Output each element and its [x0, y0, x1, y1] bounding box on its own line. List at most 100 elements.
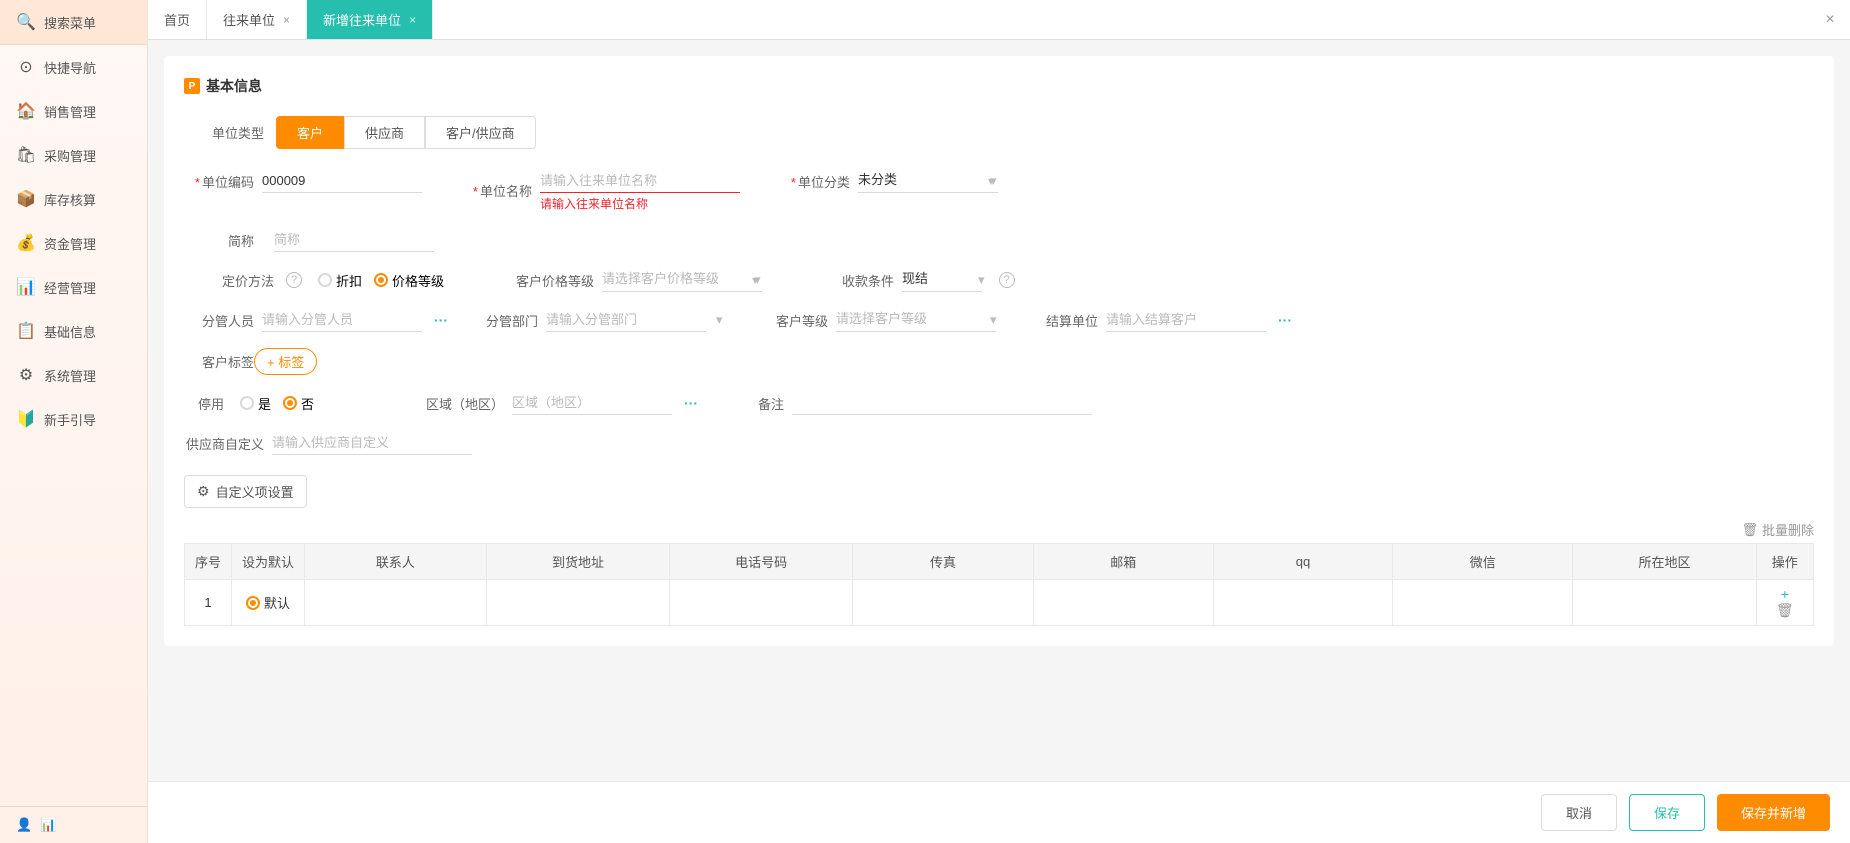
table-region-input[interactable]	[1583, 595, 1745, 610]
settlement-more-btn[interactable]: ···	[1278, 312, 1292, 328]
sidebar-item-search-label: 搜索菜单	[44, 13, 96, 32]
cell-contact[interactable]	[305, 580, 487, 626]
stats-icon: 📊	[40, 817, 56, 833]
add-tag-label: + 标签	[267, 352, 304, 371]
cell-actions: + 🗑	[1756, 580, 1813, 626]
save-button[interactable]: 保存	[1629, 794, 1705, 831]
cell-qq[interactable]	[1213, 580, 1392, 626]
sidebar-item-operations[interactable]: 📊 经营管理	[0, 265, 147, 309]
tab-partners-close[interactable]: ×	[283, 13, 290, 27]
pricing-method-field: 定价方法 ? 折扣 价格等级	[184, 271, 464, 290]
cell-region[interactable]	[1573, 580, 1756, 626]
sidebar-item-system[interactable]: ⚙ 系统管理	[0, 353, 147, 397]
sidebar-item-finance[interactable]: 💰 资金管理	[0, 221, 147, 265]
contact-input[interactable]	[315, 595, 476, 610]
sidebar-item-guide-label: 新手引导	[44, 410, 96, 429]
settlement-input[interactable]	[1106, 308, 1266, 332]
save-and-new-button[interactable]: 保存并新增	[1717, 794, 1830, 831]
sidebar-item-quick-nav[interactable]: ⊙ 快捷导航	[0, 45, 147, 89]
sidebar-item-inventory-label: 库存核算	[44, 190, 96, 209]
sidebar-item-search[interactable]: 🔍 搜索菜单	[0, 0, 147, 45]
batch-delete-button[interactable]: 🗑 批量删除	[1741, 520, 1814, 539]
add-tag-button[interactable]: + 标签	[254, 348, 317, 375]
payment-help-icon[interactable]: ?	[999, 272, 1015, 288]
tab-new-partner[interactable]: 新增往来单位 ×	[307, 0, 433, 39]
sidebar-item-guide[interactable]: 🔰 新手引导	[0, 397, 147, 441]
cancel-button[interactable]: 取消	[1541, 794, 1617, 831]
disable-label: 停用	[184, 394, 224, 413]
tab-partners[interactable]: 往来单位 ×	[207, 0, 307, 39]
pricing-discount-option[interactable]: 折扣	[318, 271, 362, 290]
tab-new-partner-close[interactable]: ×	[409, 13, 416, 27]
settlement-field: 结算单位 ···	[1038, 308, 1292, 332]
region-input[interactable]	[512, 391, 672, 415]
default-radio-option[interactable]: 默认	[246, 593, 290, 612]
cell-wechat[interactable]	[1393, 580, 1573, 626]
type-btn-customer[interactable]: 客户	[276, 116, 344, 149]
qq-input[interactable]	[1224, 595, 1382, 610]
default-radio-cell: 默认	[242, 593, 294, 612]
type-btn-both[interactable]: 客户/供应商	[425, 116, 536, 149]
disable-yes-label: 是	[258, 394, 271, 413]
tab-home-label: 首页	[164, 10, 190, 29]
sidebar-item-basic-info[interactable]: 📋 基础信息	[0, 309, 147, 353]
settings-btn-label: 自定义项设置	[216, 482, 294, 501]
unit-code-input[interactable]	[262, 169, 422, 193]
disable-no-option[interactable]: 否	[283, 394, 314, 413]
cell-phone[interactable]	[670, 580, 853, 626]
disable-yes-option[interactable]: 是	[240, 394, 271, 413]
sidebar-item-sales[interactable]: 🏠 销售管理	[0, 89, 147, 133]
remark-input[interactable]	[792, 391, 1092, 415]
cell-seq: 1	[185, 580, 232, 626]
manager-more-btn[interactable]: ···	[434, 312, 448, 328]
table-header-row: 序号 设为默认 联系人 到货地址 电话号码 传真 邮箱 qq 微信 所在地区 操…	[185, 544, 1814, 580]
disable-radio-group: 是 否	[240, 394, 314, 413]
unit-name-input[interactable]	[540, 169, 740, 193]
sidebar: 🔍 搜索菜单 ⊙ 快捷导航 🏠 销售管理 🛍 采购管理 📦 库存核算 💰 资金管…	[0, 0, 148, 843]
customer-level-placeholder[interactable]: 请选择客户等级	[836, 308, 996, 332]
customer-price-field: 客户价格等级 请选择客户价格等级 ▾	[504, 268, 784, 292]
cell-fax[interactable]	[853, 580, 1033, 626]
sidebar-item-inventory[interactable]: 📦 库存核算	[0, 177, 147, 221]
user-icon: 👤	[16, 817, 32, 833]
customer-price-placeholder[interactable]: 请选择客户价格等级	[602, 268, 762, 292]
customer-price-select-wrapper: 请选择客户价格等级	[602, 268, 762, 292]
default-label: 默认	[264, 593, 290, 612]
unit-name-field: *单位名称 请输入往来单位名称	[462, 169, 740, 212]
type-btn-supplier[interactable]: 供应商	[344, 116, 425, 149]
address-input[interactable]	[497, 595, 659, 610]
window-close-button[interactable]: ×	[1810, 0, 1850, 39]
default-radio-indicator	[246, 596, 260, 610]
manager-input[interactable]	[262, 308, 422, 332]
col-seq: 序号	[185, 544, 232, 580]
fax-input[interactable]	[863, 595, 1022, 610]
cell-email[interactable]	[1033, 580, 1213, 626]
payment-terms-value[interactable]: 现结	[902, 268, 982, 292]
unit-type-label: 单位类型	[184, 123, 264, 142]
region-more-btn[interactable]: ···	[684, 395, 698, 411]
abbr-input[interactable]	[274, 228, 434, 252]
supplier-custom-input[interactable]	[272, 431, 472, 455]
remark-label: 备注	[744, 394, 784, 413]
basic-info-icon: 📋	[16, 321, 36, 341]
sidebar-item-purchase[interactable]: 🛍 采购管理	[0, 133, 147, 177]
tab-home[interactable]: 首页	[148, 0, 207, 39]
add-row-button[interactable]: +	[1781, 586, 1789, 602]
phone-input[interactable]	[680, 595, 842, 610]
email-input[interactable]	[1044, 595, 1203, 610]
region-label: 区域（地区）	[424, 394, 504, 413]
wechat-input[interactable]	[1403, 595, 1562, 610]
sidebar-item-system-label: 系统管理	[44, 366, 96, 385]
col-fax: 传真	[853, 544, 1033, 580]
cell-address[interactable]	[486, 580, 669, 626]
pricing-discount-radio	[318, 273, 332, 287]
pricing-level-option[interactable]: 价格等级	[374, 271, 444, 290]
delete-row-button[interactable]: 🗑	[1776, 602, 1794, 619]
custom-settings-button[interactable]: ⚙ 自定义项设置	[184, 475, 307, 508]
department-input[interactable]	[546, 308, 706, 332]
finance-icon: 💰	[16, 233, 36, 253]
supplier-custom-label: 供应商自定义	[184, 434, 264, 453]
region-field: 区域（地区） ···	[424, 391, 704, 415]
unit-category-value[interactable]: 未分类	[858, 169, 998, 193]
pricing-help-icon[interactable]: ?	[286, 272, 302, 288]
